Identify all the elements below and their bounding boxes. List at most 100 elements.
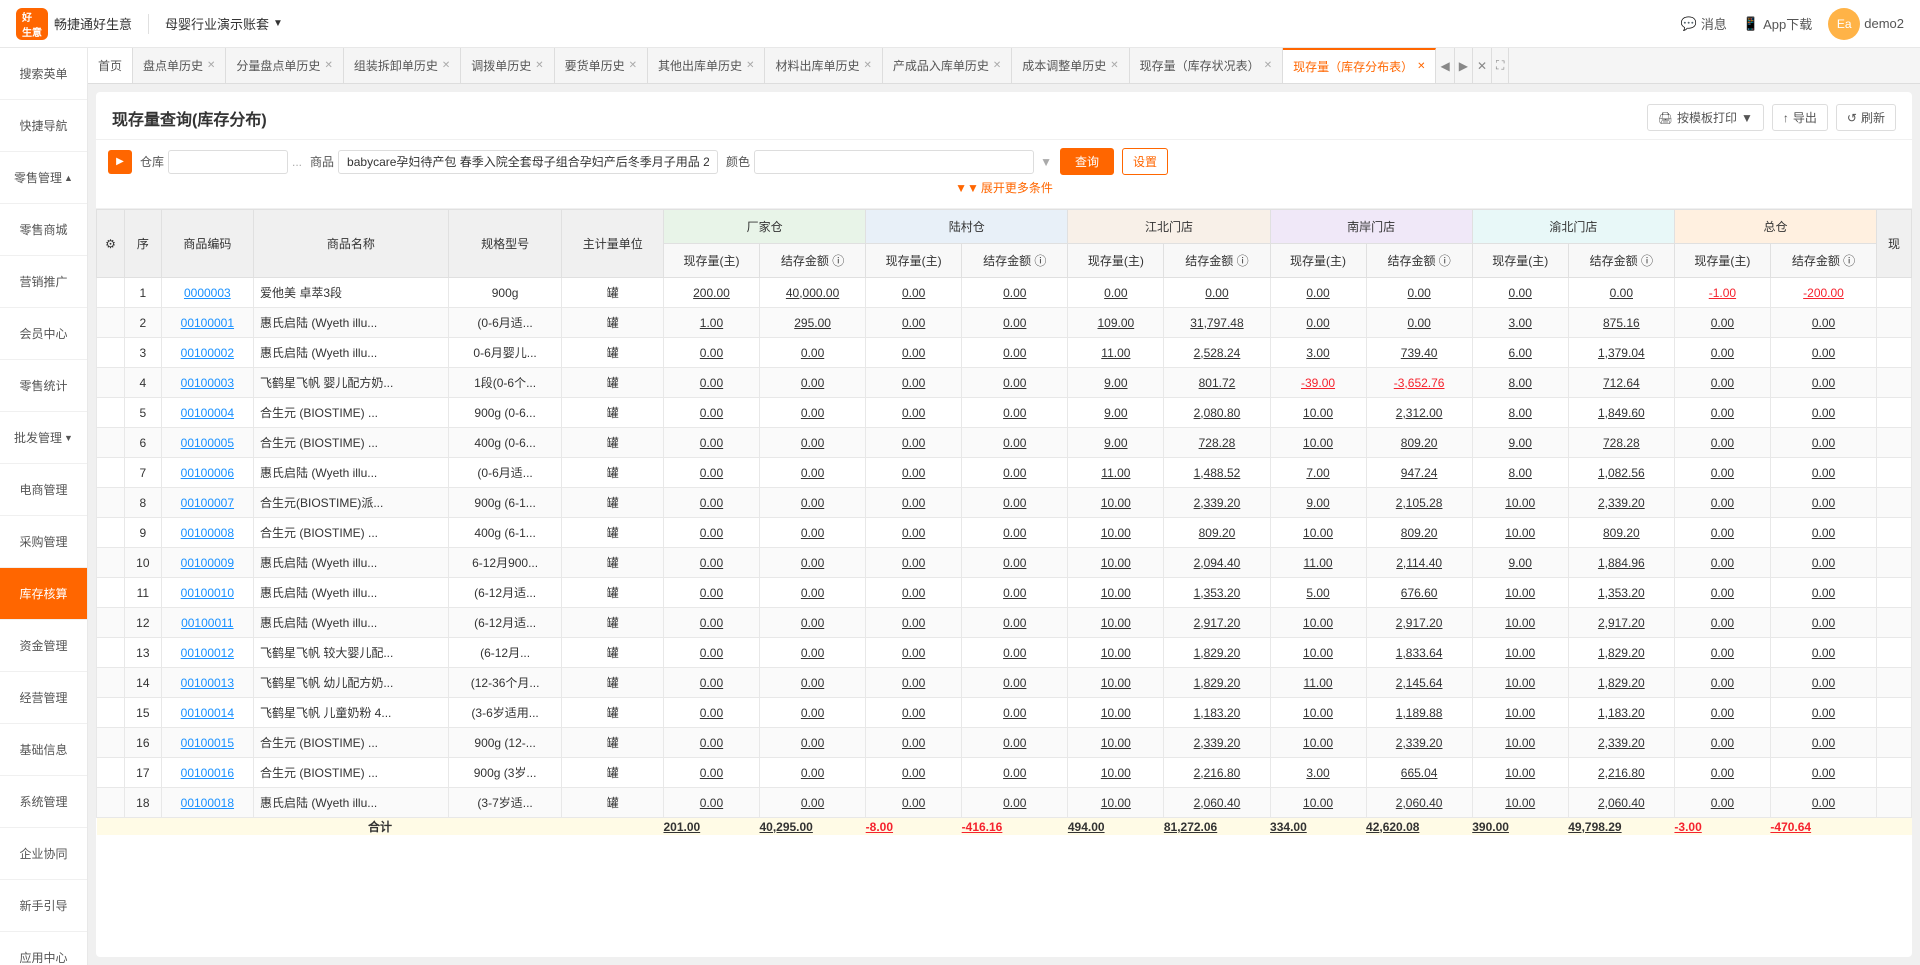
total-jb-qty[interactable]: 494.00 [1068,818,1164,836]
td-nb-amt[interactable]: 2,339.20 [1366,728,1472,758]
td-nb-amt[interactable]: 2,917.20 [1366,608,1472,638]
tab-partial-stocktake[interactable]: 分量盘点单历史✕ [226,48,343,84]
td-nb-qty[interactable]: 3.00 [1270,338,1366,368]
td-t-qty[interactable]: -1.00 [1674,278,1770,308]
td-yb-amt[interactable]: 1,379.04 [1568,338,1674,368]
td-jb-qty[interactable]: 10.00 [1068,518,1164,548]
app-download-btn[interactable]: 📱 App下载 [1743,14,1812,33]
close-icon[interactable]: ✕ [629,60,637,71]
td-jb-amt[interactable]: 801.72 [1164,368,1270,398]
td-t-amt[interactable]: 0.00 [1770,608,1876,638]
total-nb-amt[interactable]: 42,620.08 [1366,818,1472,836]
td-t-amt[interactable]: 0.00 [1770,518,1876,548]
td-t-qty[interactable]: 0.00 [1674,698,1770,728]
sidebar-item-basics[interactable]: 基础信息 [0,724,87,776]
td-nb-amt[interactable]: 1,189.88 [1366,698,1472,728]
sidebar-item-collab[interactable]: 企业协同 [0,828,87,880]
td-jb-amt[interactable]: 0.00 [1164,278,1270,308]
td-jb-qty[interactable]: 9.00 [1068,368,1164,398]
td-f-amt[interactable]: 0.00 [759,578,865,608]
td-l-amt[interactable]: 0.00 [962,518,1068,548]
td-yb-qty[interactable]: 10.00 [1472,728,1568,758]
td-jb-qty[interactable]: 10.00 [1068,788,1164,818]
td-l-qty[interactable]: 0.00 [866,548,962,578]
td-yb-amt[interactable]: 1,884.96 [1568,548,1674,578]
tab-other-outbound[interactable]: 其他出库单历史✕ [648,48,765,84]
tab-assembly[interactable]: 组装拆卸单历史✕ [344,48,461,84]
td-t-amt[interactable]: 0.00 [1770,548,1876,578]
tab-nav-left[interactable]: ◀ [1436,48,1454,84]
td-jb-qty[interactable]: 11.00 [1068,338,1164,368]
td-f-amt[interactable]: 0.00 [759,668,865,698]
td-l-qty[interactable]: 0.00 [866,638,962,668]
td-t-qty[interactable]: 0.00 [1674,338,1770,368]
total-l-amt[interactable]: -416.16 [962,818,1068,836]
td-l-amt[interactable]: 0.00 [962,368,1068,398]
td-yb-qty[interactable]: 10.00 [1472,518,1568,548]
td-nb-qty[interactable]: 10.00 [1270,638,1366,668]
td-nb-qty[interactable]: 10.00 [1270,698,1366,728]
td-jb-amt[interactable]: 1,829.20 [1164,638,1270,668]
close-icon[interactable]: ✕ [442,60,450,71]
td-code[interactable]: 00100010 [161,578,253,608]
td-t-qty[interactable]: 0.00 [1674,668,1770,698]
td-jb-qty[interactable]: 10.00 [1068,758,1164,788]
td-l-qty[interactable]: 0.00 [866,488,962,518]
td-t-amt[interactable]: 0.00 [1770,638,1876,668]
td-nb-amt[interactable]: 809.20 [1366,428,1472,458]
td-nb-qty[interactable]: 10.00 [1270,398,1366,428]
td-l-qty[interactable]: 0.00 [866,698,962,728]
td-jb-amt[interactable]: 1,183.20 [1164,698,1270,728]
td-jb-amt[interactable]: 2,216.80 [1164,758,1270,788]
total-f-amt[interactable]: 40,295.00 [759,818,865,836]
td-nb-qty[interactable]: 0.00 [1270,308,1366,338]
td-jb-amt[interactable]: 2,917.20 [1164,608,1270,638]
td-yb-qty[interactable]: 3.00 [1472,308,1568,338]
td-jb-qty[interactable]: 10.00 [1068,638,1164,668]
sidebar-item-ecommerce[interactable]: 电商管理 [0,464,87,516]
td-yb-qty[interactable]: 10.00 [1472,788,1568,818]
td-code[interactable]: 00100001 [161,308,253,338]
close-icon[interactable]: ✕ [207,60,215,71]
close-icon[interactable]: ✕ [746,60,754,71]
td-yb-qty[interactable]: 10.00 [1472,578,1568,608]
td-yb-amt[interactable]: 875.16 [1568,308,1674,338]
td-nb-qty[interactable]: 10.00 [1270,728,1366,758]
sidebar-item-apps[interactable]: 应用中心 [0,932,87,965]
total-yb-amt[interactable]: 49,798.29 [1568,818,1674,836]
sidebar-item-retail-mall[interactable]: 零售商城 [0,204,87,256]
td-t-amt[interactable]: 0.00 [1770,458,1876,488]
td-t-amt[interactable]: 0.00 [1770,368,1876,398]
td-t-qty[interactable]: 0.00 [1674,728,1770,758]
td-f-qty[interactable]: 0.00 [663,668,759,698]
td-nb-qty[interactable]: 10.00 [1270,788,1366,818]
td-l-qty[interactable]: 0.00 [866,728,962,758]
td-nb-amt[interactable]: 2,105.28 [1366,488,1472,518]
td-nb-qty[interactable]: 10.00 [1270,608,1366,638]
sidebar-item-system[interactable]: 系统管理 [0,776,87,828]
td-yb-qty[interactable]: 8.00 [1472,398,1568,428]
td-f-amt[interactable]: 0.00 [759,698,865,728]
td-jb-qty[interactable]: 9.00 [1068,428,1164,458]
td-f-amt[interactable]: 295.00 [759,308,865,338]
td-nb-amt[interactable]: 0.00 [1366,278,1472,308]
td-yb-amt[interactable]: 712.64 [1568,368,1674,398]
tab-close-all[interactable]: ✕ [1473,48,1492,84]
tab-product-inbound[interactable]: 产成品入库单历史✕ [883,48,1012,84]
tab-material-outbound[interactable]: 材料出库单历史✕ [765,48,882,84]
td-nb-qty[interactable]: 5.00 [1270,578,1366,608]
message-btn[interactable]: 💬 消息 [1681,14,1727,33]
td-code[interactable]: 00100008 [161,518,253,548]
td-f-qty[interactable]: 0.00 [663,578,759,608]
td-jb-qty[interactable]: 10.00 [1068,668,1164,698]
td-nb-qty[interactable]: 3.00 [1270,758,1366,788]
td-t-amt[interactable]: -200.00 [1770,278,1876,308]
td-nb-amt[interactable]: 2,114.40 [1366,548,1472,578]
td-l-qty[interactable]: 0.00 [866,518,962,548]
td-t-amt[interactable]: 0.00 [1770,308,1876,338]
td-yb-qty[interactable]: 9.00 [1472,428,1568,458]
td-l-amt[interactable]: 0.00 [962,698,1068,728]
td-yb-amt[interactable]: 728.28 [1568,428,1674,458]
td-f-amt[interactable]: 40,000.00 [759,278,865,308]
td-yb-amt[interactable]: 1,829.20 [1568,638,1674,668]
